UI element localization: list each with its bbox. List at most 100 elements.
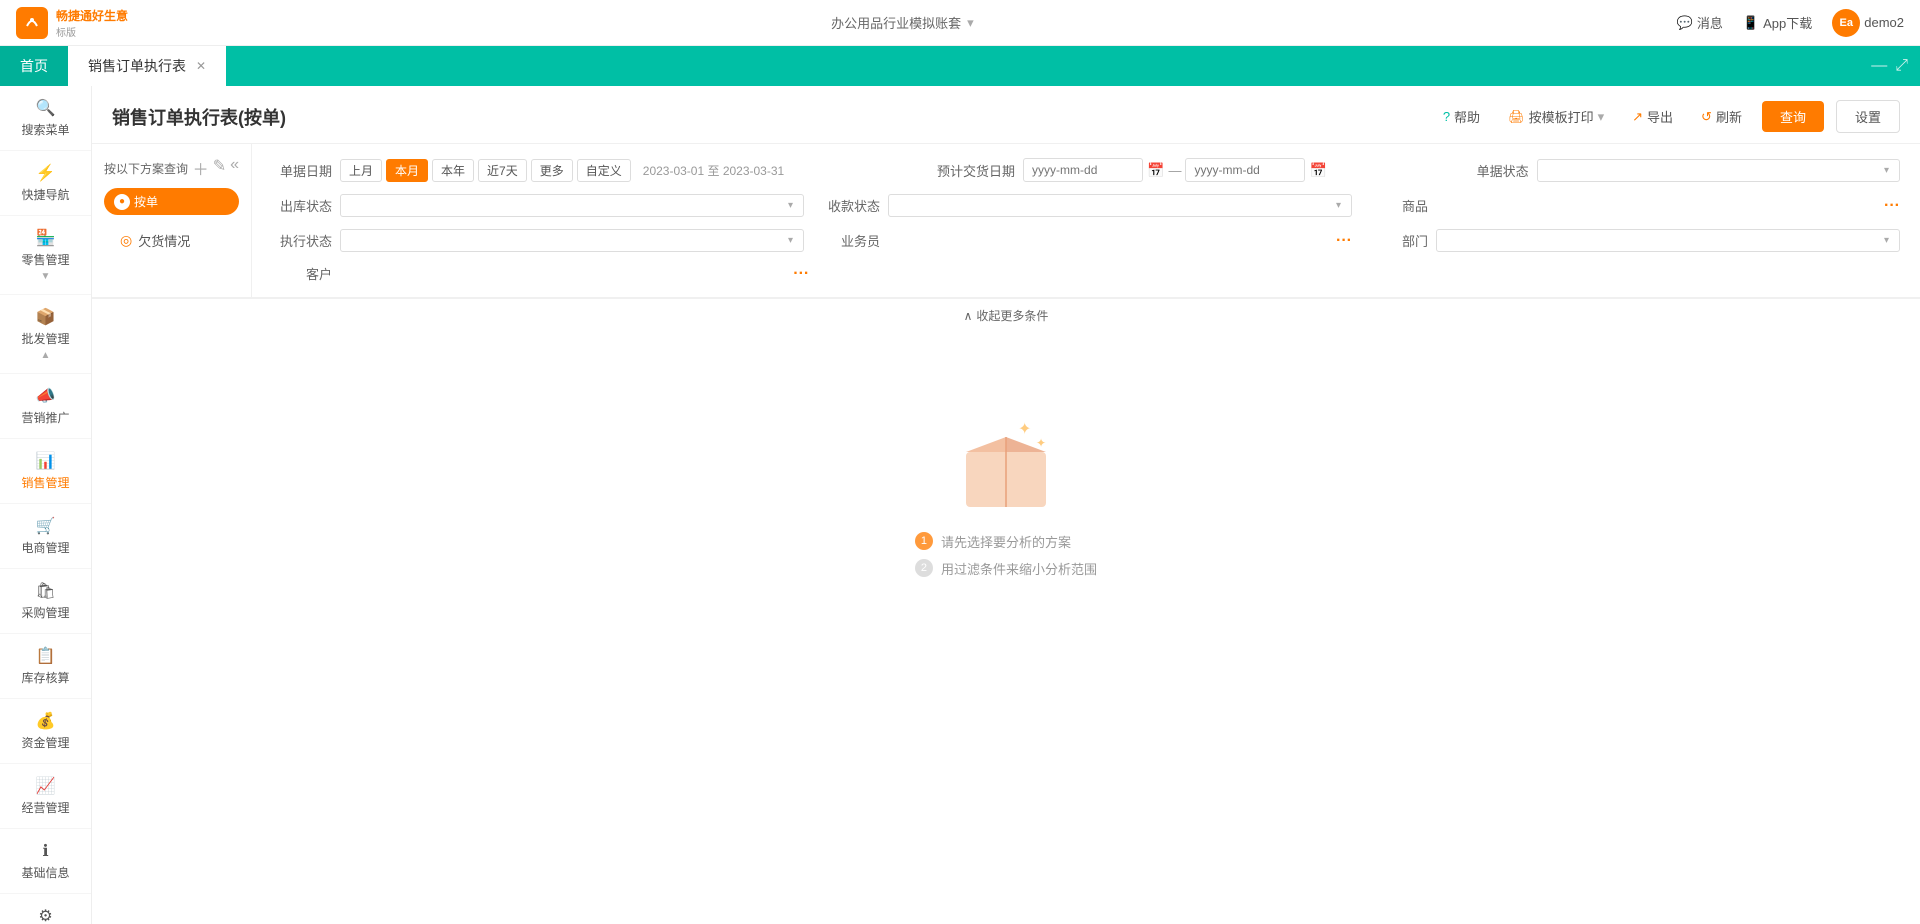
sidebar-item-label: 营销推广: [21, 409, 69, 426]
goods-dots-btn[interactable]: ···: [1884, 197, 1900, 215]
delivery-label: 预计交货日期: [935, 161, 1015, 180]
tab-minimize-icon[interactable]: —: [1871, 57, 1887, 75]
sidebar-item-system[interactable]: ⚙ 系统管理: [0, 894, 91, 924]
sidebar: 🔍 搜索菜单 ⚡ 快捷导航 🏪 零售管理 ▼ 📦 批发管理 ▲ 📣 营销推广 📊…: [0, 86, 92, 924]
sidebar-item-finance[interactable]: 💰 资金管理: [0, 699, 91, 764]
sidebar-item-sales-mgmt[interactable]: 📊 销售管理: [0, 439, 91, 504]
department-select[interactable]: ▾: [1436, 229, 1900, 252]
content-area: 销售订单执行表(按单) ? 帮助 🖨 按模板打印 ▾ ↗ 导出: [92, 86, 1920, 924]
top-header: 畅捷通好生意 标版 办公用品行业模拟账套 ▾ 💬 消息 📱 App下载 Ea d…: [0, 0, 1920, 46]
empty-hint-1: 1 请先选择要分析的方案: [915, 532, 1097, 551]
help-btn[interactable]: ? 帮助: [1435, 103, 1488, 130]
arrears-label: 欠货情况: [138, 231, 190, 250]
out-status-label: 出库状态: [272, 196, 332, 215]
tab-sales-exec[interactable]: 销售订单执行表 ✕: [68, 46, 226, 86]
add-plan-icon[interactable]: ＋: [193, 156, 209, 180]
page-header: 销售订单执行表(按单) ? 帮助 🖨 按模板打印 ▾ ↗ 导出: [92, 86, 1920, 144]
print-btn[interactable]: 🖨 按模板打印 ▾: [1500, 103, 1612, 130]
settings-btn[interactable]: 设置: [1836, 100, 1900, 133]
query-btn[interactable]: 查询: [1762, 101, 1824, 132]
collapse-more-btn[interactable]: ∧ 收起更多条件: [92, 298, 1920, 332]
logo-icon: [16, 7, 48, 39]
page-actions: ? 帮助 🖨 按模板打印 ▾ ↗ 导出 ↺ 刷新: [1435, 100, 1900, 133]
message-btn[interactable]: 💬 消息: [1677, 13, 1723, 32]
sidebar-item-marketing[interactable]: 📣 营销推广: [0, 374, 91, 439]
receipt-status-select[interactable]: ▾: [888, 194, 1352, 217]
quick-nav-icon: ⚡: [36, 163, 56, 183]
collapse-plan-icon[interactable]: «: [230, 156, 239, 180]
receipt-status-arrow: ▾: [1336, 200, 1341, 211]
user-avatar[interactable]: Ea demo2: [1832, 9, 1904, 37]
this-month-btn[interactable]: 本月: [386, 159, 428, 182]
chevron-down-icon[interactable]: ▾: [967, 15, 974, 31]
sidebar-item-label: 基础信息: [21, 864, 69, 881]
export-btn[interactable]: ↗ 导出: [1624, 103, 1681, 130]
customer-dots-btn[interactable]: ···: [793, 265, 809, 283]
sidebar-item-wholesale[interactable]: 📦 批发管理 ▲: [0, 295, 91, 374]
sidebar-item-label: 快捷导航: [21, 186, 69, 203]
last-month-btn[interactable]: 上月: [340, 159, 382, 182]
end-date-input[interactable]: [1185, 158, 1305, 182]
sidebar-item-label: 采购管理: [21, 604, 69, 621]
out-status-filter: 出库状态 ▾: [272, 194, 804, 217]
empty-state: ✦ ✦ 1 请先选择要分析的方案 2 用过滤条件来缩小分析范围: [92, 332, 1920, 666]
refresh-btn[interactable]: ↺ 刷新: [1693, 103, 1750, 130]
sidebar-item-label: 零售管理: [21, 251, 69, 268]
this-year-btn[interactable]: 本年: [432, 159, 474, 182]
custom-btn[interactable]: 自定义: [577, 159, 631, 182]
sidebar-item-purchase[interactable]: 🛍 采购管理: [0, 569, 91, 634]
last-7-days-btn[interactable]: 近7天: [478, 159, 527, 182]
sidebar-item-inventory[interactable]: 📋 库存核算: [0, 634, 91, 699]
sidebar-item-operations[interactable]: 📈 经营管理: [0, 764, 91, 829]
sidebar-item-label: 搜索菜单: [21, 121, 69, 138]
department-label: 部门: [1368, 231, 1428, 250]
tab-maximize-icon[interactable]: ⤢: [1895, 57, 1908, 75]
message-icon: 💬: [1677, 15, 1693, 31]
sidebar-item-retail[interactable]: 🏪 零售管理 ▼: [0, 216, 91, 295]
salesperson-filter: 业务员 ···: [820, 231, 1352, 250]
out-status-select[interactable]: ▾: [340, 194, 804, 217]
hint-num-1: 1: [915, 532, 933, 550]
tab-home[interactable]: 首页: [0, 46, 68, 86]
print-dropdown-icon[interactable]: ▾: [1598, 109, 1605, 125]
filter-left-icons: ＋ ✎ «: [193, 156, 239, 180]
more-btn[interactable]: 更多: [531, 159, 573, 182]
date-filter: 单据日期 上月 本月 本年 近7天 更多 自定义 2023-03-01 至 20…: [272, 159, 919, 182]
home-tab-label: 首页: [20, 56, 48, 76]
sidebar-item-search-menu[interactable]: 🔍 搜索菜单: [0, 86, 91, 151]
arrears-item[interactable]: ◎ 欠货情况: [104, 223, 239, 258]
search-menu-icon: 🔍: [36, 98, 56, 118]
start-date-input[interactable]: [1023, 158, 1143, 182]
inventory-icon: 📋: [36, 646, 56, 666]
app-download-btn[interactable]: 📱 App下载: [1743, 13, 1812, 32]
system-icon: ⚙: [38, 906, 52, 924]
date-separator: —: [1168, 163, 1181, 178]
filter-left-title: 按以下方案查询 ＋ ✎ «: [104, 156, 239, 180]
sidebar-item-label: 电商管理: [21, 539, 69, 556]
filter-row-1: 单据日期 上月 本月 本年 近7天 更多 自定义 2023-03-01 至 20…: [272, 158, 1900, 182]
sidebar-item-basic-info[interactable]: ℹ 基础信息: [0, 829, 91, 894]
exec-status-filter: 执行状态 ▾: [272, 229, 804, 252]
sidebar-item-quick-nav[interactable]: ⚡ 快捷导航: [0, 151, 91, 216]
calendar-icon-start: 📅: [1147, 162, 1164, 179]
retail-icon: 🏪: [36, 228, 56, 248]
edit-plan-icon[interactable]: ✎: [213, 156, 226, 180]
filter-left: 按以下方案查询 ＋ ✎ « ● 按单 ◎ 欠货情况: [92, 144, 252, 297]
filter-right: 单据日期 上月 本月 本年 近7天 更多 自定义 2023-03-01 至 20…: [252, 144, 1920, 297]
tab-bar-right: — ⤢: [1871, 57, 1920, 75]
breadcrumb[interactable]: 办公用品行业模拟账套 ▾: [831, 13, 974, 32]
exec-status-label: 执行状态: [272, 231, 332, 250]
salesperson-dots-btn[interactable]: ···: [1336, 232, 1352, 250]
svg-text:✦: ✦: [1036, 436, 1046, 450]
status-select-arrow: ▾: [1884, 165, 1889, 176]
status-select[interactable]: ▾: [1537, 159, 1900, 182]
date-input-group: 📅 — 📅: [1023, 158, 1327, 182]
exec-status-select[interactable]: ▾: [340, 229, 804, 252]
tab-close-icon[interactable]: ✕: [196, 59, 206, 73]
breadcrumb-label: 办公用品行业模拟账套: [831, 13, 961, 32]
sidebar-item-ecommerce[interactable]: 🛒 电商管理: [0, 504, 91, 569]
arrears-circle-icon: ◎: [120, 232, 132, 249]
collapse-arrow-icon: ∧: [964, 309, 973, 323]
press-order-btn[interactable]: ● 按单: [104, 188, 239, 215]
filter-row-2: 出库状态 ▾ 收款状态 ▾: [272, 194, 1900, 217]
